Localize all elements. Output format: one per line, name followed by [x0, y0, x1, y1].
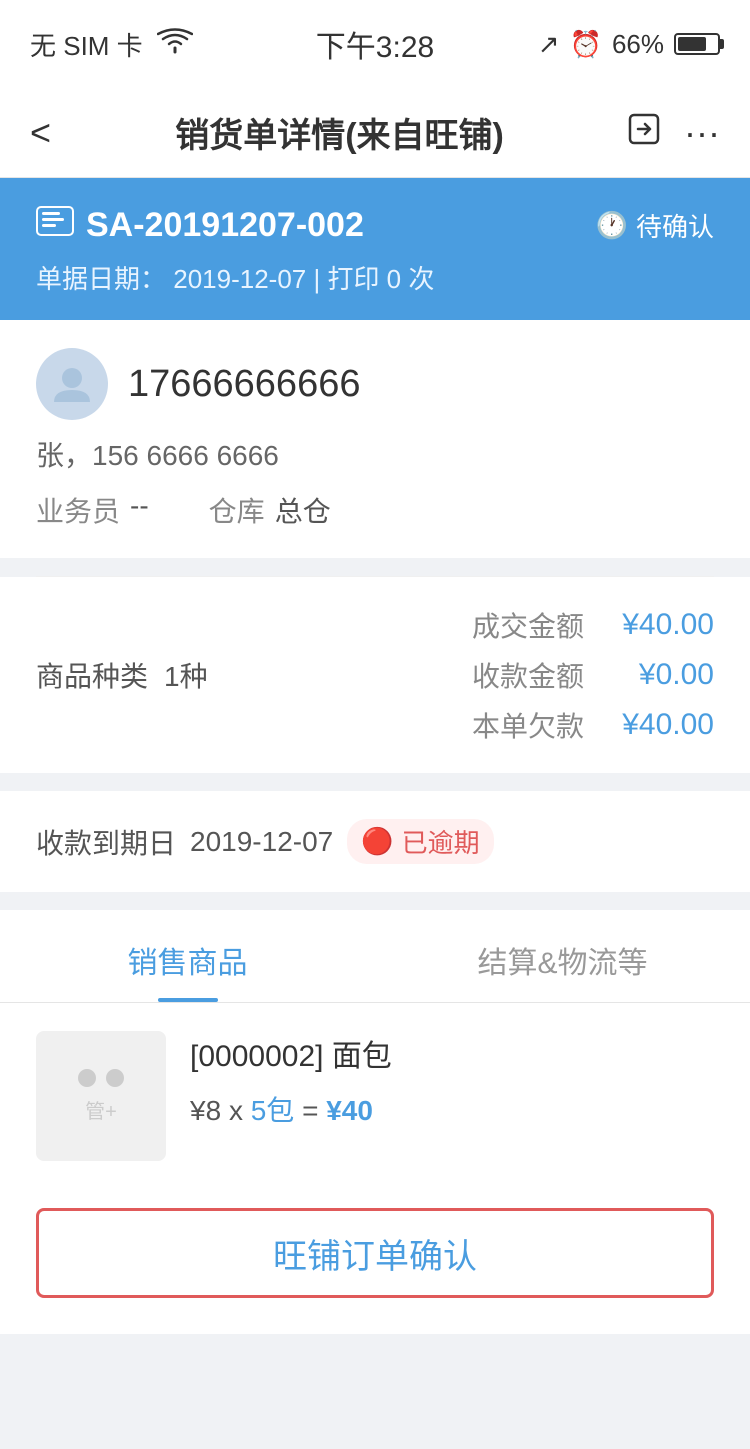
customer-name: 张，156 6666 6666 [36, 434, 714, 474]
battery-percent: 66% [612, 29, 664, 60]
product-section: 管+ [0000002] 面包 ¥8 x 5包 = ¥40 [0, 1003, 750, 1189]
summary-section: 商品种类 1种 成交金额 ¥40.00 收款金额 ¥0.00 本单欠款 ¥40.… [0, 577, 750, 773]
product-price: ¥8 x 5包 = ¥40 [190, 1089, 714, 1129]
order-icon [36, 206, 74, 245]
share-icon[interactable] [628, 112, 660, 154]
due-date-section: 收款到期日 2019-12-07 🔴 已逾期 [0, 791, 750, 892]
product-info: [0000002] 面包 ¥8 x 5包 = ¥40 [190, 1031, 714, 1129]
carrier-text: 无 SIM 卡 [30, 26, 143, 63]
alarm-icon: ⏰ [570, 29, 602, 60]
salesman-field: 业务员 -- [36, 490, 149, 530]
product-name: [0000002] 面包 [190, 1031, 714, 1075]
clock-icon: 🕐 [596, 210, 628, 241]
owed-row: 本单欠款 ¥40.00 [472, 705, 714, 745]
location-icon: ↗ [538, 29, 560, 60]
bottom-bar: 旺铺订单确认 [0, 1188, 750, 1334]
product-item: 管+ [0000002] 面包 ¥8 x 5包 = ¥40 [36, 1031, 714, 1161]
overdue-badge: 🔴 已逾期 [347, 819, 493, 864]
tab-sales-products[interactable]: 销售商品 [0, 910, 375, 1002]
amount-summary: 成交金额 ¥40.00 收款金额 ¥0.00 本单欠款 ¥40.00 [472, 605, 714, 745]
order-header: SA-20191207-002 🕐 待确认 单据日期： 2019-12-07 |… [0, 178, 750, 320]
confirm-order-button[interactable]: 旺铺订单确认 [36, 1208, 714, 1298]
nav-bar: < 销货单详情(来自旺铺) ··· [0, 88, 750, 178]
order-date: 单据日期： 2019-12-07 | 打印 0 次 [36, 259, 714, 296]
status-bar-right: ↗ ⏰ 66% [538, 29, 720, 60]
more-icon[interactable]: ··· [684, 112, 720, 154]
tab-settlement-logistics[interactable]: 结算&物流等 [375, 910, 750, 1002]
owl-eye-right [106, 1069, 124, 1087]
order-id: SA-20191207-002 [36, 206, 364, 245]
tabs-section: 销售商品 结算&物流等 [0, 910, 750, 1003]
wifi-icon [157, 28, 193, 61]
customer-phone: 17666666666 [128, 363, 360, 406]
order-status: 🕐 待确认 [596, 207, 714, 244]
battery-icon [674, 33, 720, 55]
product-type: 商品种类 1种 [36, 605, 472, 745]
customer-meta: 业务员 -- 仓库 总仓 [36, 490, 714, 530]
customer-section: 17666666666 张，156 6666 6666 业务员 -- 仓库 总仓 [0, 320, 750, 558]
amount-row: 成交金额 ¥40.00 [472, 605, 714, 645]
back-button[interactable]: < [30, 112, 51, 154]
status-bar: 无 SIM 卡 下午3:28 ↗ ⏰ 66% [0, 0, 750, 88]
overdue-icon: 🔴 [361, 826, 393, 857]
received-row: 收款金额 ¥0.00 [472, 655, 714, 695]
page-title: 销货单详情(来自旺铺) [175, 108, 504, 157]
avatar [36, 348, 108, 420]
status-bar-left: 无 SIM 卡 [30, 26, 193, 63]
warehouse-field: 仓库 总仓 [209, 490, 331, 530]
tabs-row: 销售商品 结算&物流等 [0, 910, 750, 1003]
product-thumbnail: 管+ [36, 1031, 166, 1161]
status-bar-time: 下午3:28 [316, 22, 434, 66]
owl-eye-left [78, 1069, 96, 1087]
nav-actions: ··· [628, 112, 720, 154]
